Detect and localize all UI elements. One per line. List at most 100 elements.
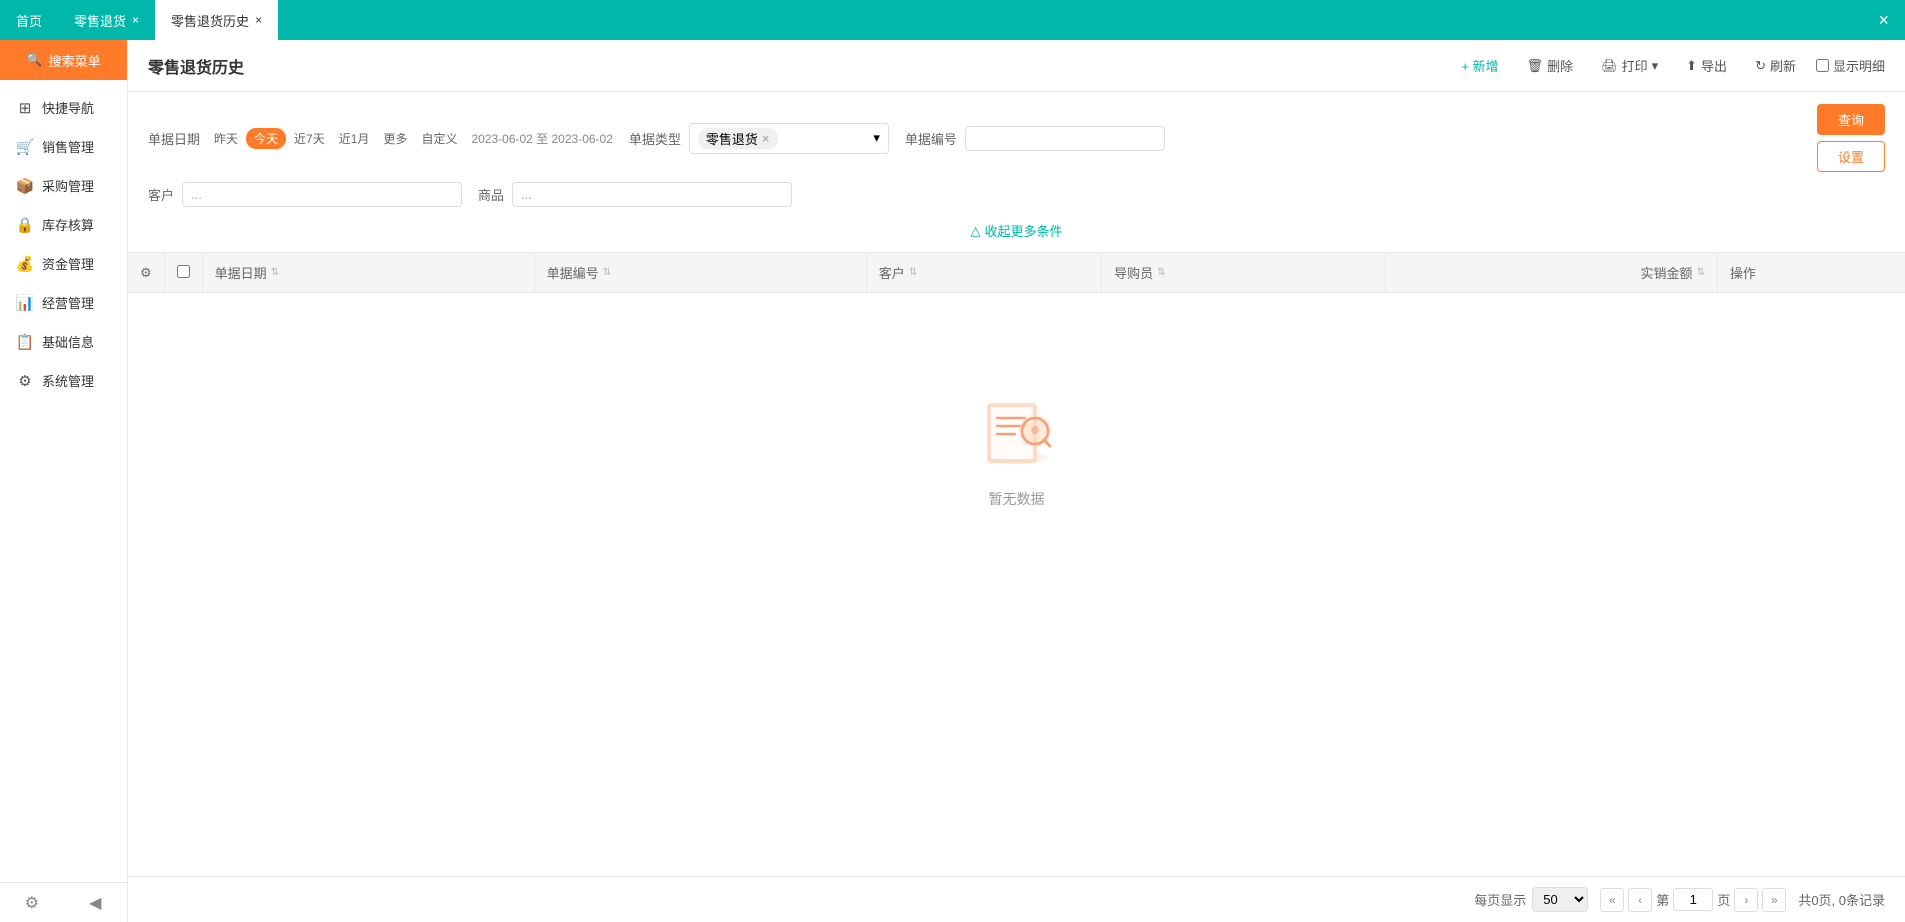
setting-button[interactable]: 设置	[1817, 141, 1885, 172]
per-page-group: 每页显示 50 10 20 100	[1474, 887, 1588, 912]
filter-area: 单据日期 昨天 今天 近7天 近1月 更多 自定义 2023-06-02 至 2…	[128, 92, 1905, 253]
sidebar-bottom: ⚙ ◀	[0, 882, 127, 922]
ops-icon: 📊	[16, 294, 34, 312]
collapse-container: △ 收起更多条件	[148, 217, 1885, 240]
total-info: 共0页, 0条记录	[1798, 890, 1885, 909]
th-date: 单据日期 ⇅	[202, 253, 534, 293]
page-title: 零售退货历史	[148, 54, 244, 78]
customer-input[interactable]: ...	[182, 182, 462, 207]
data-table: ⚙ 单据日期 ⇅ 单据编号	[128, 253, 1905, 589]
table-container: ⚙ 单据日期 ⇅ 单据编号	[128, 253, 1905, 876]
number-input[interactable]	[965, 126, 1165, 151]
customer-filter-group: 客户 ...	[148, 182, 462, 207]
sidebar-menu-button[interactable]: ◀	[64, 883, 128, 922]
next-page-button[interactable]: ›	[1734, 888, 1758, 912]
window-close-button[interactable]: ×	[1862, 10, 1905, 31]
select-dropdown-icon: ▾	[873, 130, 880, 146]
empty-text: 暂无数据	[989, 489, 1045, 509]
show-detail-checkbox-label[interactable]: 显示明细	[1816, 56, 1885, 75]
tab-retail-return[interactable]: 零售退货 ×	[58, 0, 155, 40]
date-sort-icon[interactable]: ⇅	[271, 267, 279, 278]
page-input[interactable]	[1673, 888, 1713, 911]
main-layout: 🔍 搜索菜单 ⊞ 快捷导航 🛒 销售管理 📦 采购管理 🔒 库存核算 💰	[0, 40, 1905, 922]
refresh-icon: ↻	[1755, 58, 1766, 74]
toolbar: + 新增 🗑 删除 🖨 打印 ▾ ⬆ 导出 ↻ 刷新	[1453, 52, 1885, 79]
th-action: 操作	[1717, 253, 1905, 293]
th-amount: 实销金额 ⇅	[1385, 253, 1717, 293]
date-btn-yesterday[interactable]: 昨天	[208, 128, 244, 149]
empty-icon	[967, 373, 1067, 473]
goods-label: 商品	[478, 185, 504, 204]
show-detail-checkbox[interactable]	[1816, 59, 1829, 72]
date-btn-1month[interactable]: 近1月	[333, 128, 376, 149]
date-btn-today[interactable]: 今天	[246, 128, 286, 149]
export-button[interactable]: ⬆ 导出	[1678, 52, 1735, 79]
per-page-select[interactable]: 50 10 20 100	[1532, 887, 1588, 912]
goods-input[interactable]: ...	[512, 182, 792, 207]
sales-icon: 🛒	[16, 138, 34, 156]
th-gear: ⚙	[128, 253, 164, 293]
basic-icon: 📋	[16, 333, 34, 351]
first-page-button[interactable]: «	[1600, 888, 1624, 912]
table-header: ⚙ 单据日期 ⇅ 单据编号	[128, 253, 1905, 293]
type-select[interactable]: 零售退货 × ▾	[689, 123, 889, 154]
type-label: 单据类型	[629, 129, 681, 148]
delete-icon: 🗑	[1527, 58, 1544, 74]
tab-retail-return-close[interactable]: ×	[132, 13, 139, 27]
last-page-button[interactable]: »	[1762, 888, 1786, 912]
date-btn-7days[interactable]: 近7天	[288, 128, 331, 149]
sidebar-item-inventory[interactable]: 🔒 库存核算	[0, 205, 127, 244]
gear-icon[interactable]: ⚙	[140, 265, 152, 280]
type-select-tag: 零售退货 ×	[698, 128, 778, 149]
customer-label: 客户	[148, 185, 174, 204]
tab-retail-return-history[interactable]: 零售退货历史 ×	[155, 0, 278, 40]
date-range-display: 2023-06-02 至 2023-06-02	[471, 130, 612, 147]
filter-row-2: 客户 ... 商品 ...	[148, 182, 1885, 207]
amount-sort-icon[interactable]: ⇅	[1697, 267, 1705, 278]
th-customer: 客户 ⇅	[866, 253, 1101, 293]
date-filter-buttons: 昨天 今天 近7天 近1月 更多 自定义	[208, 128, 463, 149]
print-button[interactable]: 🖨 打印 ▾	[1593, 52, 1666, 79]
sidebar-item-purchase-mgmt[interactable]: 📦 采购管理	[0, 166, 127, 205]
top-bar: 首页 零售退货 × 零售退货历史 × ×	[0, 0, 1905, 40]
tab-retail-return-history-close[interactable]: ×	[255, 13, 262, 27]
sidebar-search[interactable]: 🔍 搜索菜单	[0, 40, 127, 80]
sidebar-item-ops-mgmt[interactable]: 📊 经营管理	[0, 283, 127, 322]
guide-sort-icon[interactable]: ⇅	[1157, 267, 1165, 278]
type-filter-group: 单据类型 零售退货 × ▾	[629, 123, 889, 154]
sidebar-item-quick-nav[interactable]: ⊞ 快捷导航	[0, 88, 127, 127]
date-btn-custom[interactable]: 自定义	[415, 128, 463, 149]
th-checkbox	[164, 253, 202, 293]
new-button[interactable]: + 新增	[1453, 52, 1506, 79]
sidebar-item-basic-info[interactable]: 📋 基础信息	[0, 322, 127, 361]
search-icon: 🔍	[26, 52, 42, 68]
sys-icon: ⚙	[16, 372, 34, 390]
goods-filter-group: 商品 ...	[478, 182, 792, 207]
empty-state: 暂无数据	[128, 293, 1905, 589]
finance-icon: 💰	[16, 255, 34, 273]
tag-close-icon[interactable]: ×	[762, 131, 770, 146]
sidebar-item-sales-mgmt[interactable]: 🛒 销售管理	[0, 127, 127, 166]
customer-sort-icon[interactable]: ⇅	[909, 267, 917, 278]
select-all-checkbox[interactable]	[177, 265, 190, 278]
sidebar-item-sys-mgmt[interactable]: ⚙ 系统管理	[0, 361, 127, 400]
th-number: 单据编号 ⇅	[534, 253, 866, 293]
page-nav: « ‹ 第 页 › »	[1600, 888, 1786, 912]
th-guide: 导购员 ⇅	[1102, 253, 1386, 293]
number-filter-group: 单据编号	[905, 126, 1165, 151]
date-label: 单据日期	[148, 129, 200, 148]
number-label: 单据编号	[905, 129, 957, 148]
refresh-button[interactable]: ↻ 刷新	[1747, 52, 1804, 79]
tab-home[interactable]: 首页	[0, 0, 58, 40]
sidebar-gear-button[interactable]: ⚙	[0, 883, 64, 922]
delete-button[interactable]: 🗑 删除	[1519, 52, 1582, 79]
content-area: 零售退货历史 + 新增 🗑 删除 🖨 打印 ▾ ⬆ 导出 ↻	[128, 40, 1905, 922]
page-header: 零售退货历史 + 新增 🗑 删除 🖨 打印 ▾ ⬆ 导出 ↻	[128, 40, 1905, 92]
quick-nav-icon: ⊞	[16, 99, 34, 117]
number-sort-icon[interactable]: ⇅	[603, 267, 611, 278]
date-btn-more[interactable]: 更多	[377, 128, 413, 149]
prev-page-button[interactable]: ‹	[1628, 888, 1652, 912]
query-button[interactable]: 查询	[1817, 104, 1885, 135]
collapse-button[interactable]: △ 收起更多条件	[970, 221, 1062, 240]
sidebar-item-finance-mgmt[interactable]: 💰 资金管理	[0, 244, 127, 283]
